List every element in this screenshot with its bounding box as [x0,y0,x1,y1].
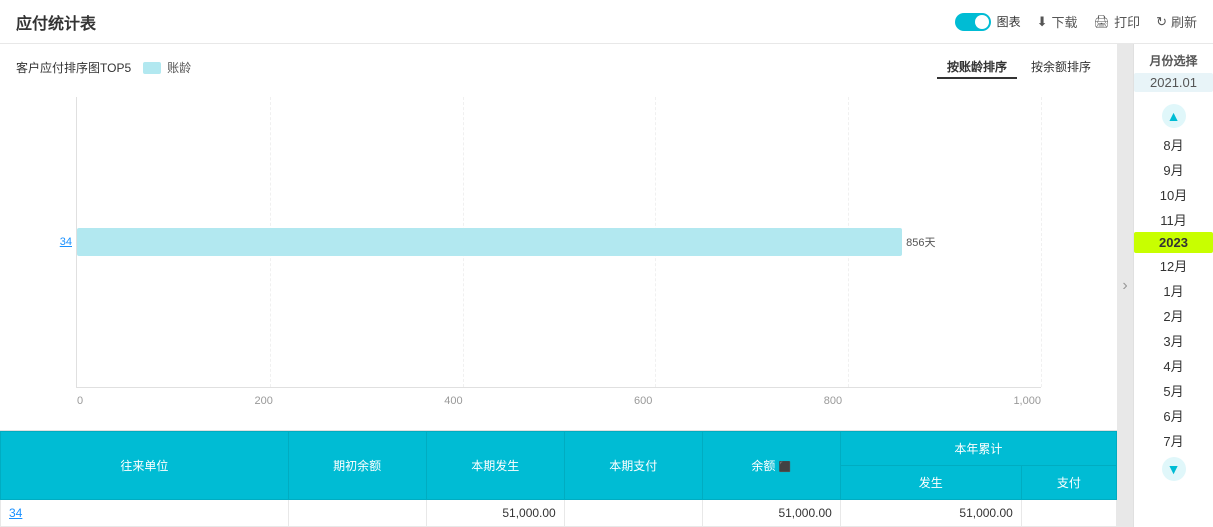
td-unit: 34 [1,500,289,527]
sidebar-month-2[interactable]: 2月 [1134,303,1213,328]
x-label-600: 600 [634,395,652,407]
sidebar-month-10[interactable]: 10月 [1134,182,1213,207]
sidebar-month-9[interactable]: 9月 [1134,157,1213,182]
sidebar: 月份选择 2021.01 ▲ 8月 9月 10月 11月 2023 12月 1月… [1133,44,1213,527]
x-label-1000: 1,000 [1013,395,1041,407]
legend-label-age: 账龄 [167,59,191,76]
chart-header: 客户应付排序图TOP5 账龄 按账龄排序 按余额排序 [16,56,1101,79]
th-ytd-occurrence: 发生 [840,466,1021,500]
refresh-icon: ↻ [1156,14,1167,30]
x-label-0: 0 [77,395,83,407]
chart-inner: 34 856天 0 200 400 600 800 1,000 [76,97,1041,388]
bar-fill-1 [77,228,902,256]
unit-link[interactable]: 34 [9,506,22,520]
sidebar-month-6[interactable]: 6月 [1134,403,1213,428]
th-unit: 往来单位 [1,432,289,500]
th-balance: 余额 ⬛ [702,432,840,500]
print-button[interactable]: 🖨 打印 [1094,12,1141,31]
td-payment [564,500,702,527]
download-label: 下载 [1052,12,1078,31]
data-table: 往来单位 期初余额 本期发生 本期支付 余额 ⬛ 本年累计 发生 [0,431,1117,527]
sidebar-month-3[interactable]: 3月 [1134,328,1213,353]
main-content: 客户应付排序图TOP5 账龄 按账龄排序 按余额排序 [0,44,1117,527]
main-container: 应付统计表 图表 ⬇ 下载 🖨 打印 ↻ 刷新 [0,0,1213,527]
sidebar-month-12[interactable]: 12月 [1134,253,1213,278]
sidebar-month-7[interactable]: 7月 [1134,428,1213,453]
td-ytd-occurrence: 51,000.00 [840,500,1021,527]
th-payment: 本期支付 [564,432,702,500]
header-actions: 图表 ⬇ 下载 🖨 打印 ↻ 刷新 [955,12,1197,31]
print-label: 打印 [1114,12,1140,31]
sidebar-month-11[interactable]: 11月 [1134,207,1213,232]
td-balance: 51,000.00 [702,500,840,527]
page-title: 应付统计表 [16,10,96,34]
td-ytd-payment [1021,500,1116,527]
sidebar-month-5[interactable]: 5月 [1134,378,1213,403]
refresh-label: 刷新 [1171,12,1197,31]
sidebar-year[interactable]: 2021.01 [1134,73,1213,92]
bar-row-1: 34 856天 [77,228,1041,256]
chart-section: 客户应付排序图TOP5 账龄 按账龄排序 按余额排序 [0,44,1117,430]
chart-title: 客户应付排序图TOP5 [16,59,131,76]
bar-label-1[interactable]: 34 [27,236,72,248]
th-opening: 期初余额 [288,432,426,500]
gridline-5 [1041,97,1042,387]
chart-legend: 客户应付排序图TOP5 账龄 [16,59,191,76]
legend-color-age [143,62,161,74]
content-area: 客户应付排序图TOP5 账龄 按账龄排序 按余额排序 [0,44,1213,527]
download-icon: ⬇ [1037,14,1048,30]
balance-icon: ⬛ [779,462,791,473]
sidebar-up-button[interactable]: ▲ [1162,104,1186,128]
legend-item-age: 账龄 [143,59,191,76]
th-occurrence: 本期发生 [426,432,564,500]
table-section: 往来单位 期初余额 本期发生 本期支付 余额 ⬛ 本年累计 发生 [0,430,1117,527]
x-label-200: 200 [255,395,273,407]
chart-sort-buttons: 按账龄排序 按余额排序 [937,56,1101,79]
bar-chart: 34 856天 0 200 400 600 800 1,000 [16,87,1101,418]
sidebar-title: 月份选择 [1149,52,1197,69]
sort-by-balance-button[interactable]: 按余额排序 [1021,56,1101,79]
x-axis: 0 200 400 600 800 1,000 [77,395,1041,407]
refresh-button[interactable]: ↻ 刷新 [1156,12,1197,31]
x-label-800: 800 [824,395,842,407]
sidebar-down-button[interactable]: ▼ [1162,457,1186,481]
header: 应付统计表 图表 ⬇ 下载 🖨 打印 ↻ 刷新 [0,0,1213,44]
sidebar-divider[interactable]: › [1117,44,1133,527]
chart-toggle-container: 图表 [955,13,1021,31]
th-ytd-payment: 支付 [1021,466,1116,500]
print-icon: 🖨 [1094,14,1111,30]
th-ytd: 本年累计 [840,432,1116,466]
sort-by-age-button[interactable]: 按账龄排序 [937,56,1017,79]
td-occurrence: 51,000.00 [426,500,564,527]
x-label-400: 400 [444,395,462,407]
sidebar-month-4[interactable]: 4月 [1134,353,1213,378]
bar-value-1: 856天 [906,234,935,250]
sidebar-year-label-2023[interactable]: 2023 [1134,232,1213,253]
download-button[interactable]: ⬇ 下载 [1037,12,1078,31]
table-row: 34 51,000.00 51,000.00 51,000.00 [1,500,1117,527]
chart-toggle[interactable] [955,13,991,31]
td-opening [288,500,426,527]
sidebar-month-1[interactable]: 1月 [1134,278,1213,303]
chart-toggle-label: 图表 [997,13,1021,30]
sidebar-month-8[interactable]: 8月 [1134,132,1213,157]
